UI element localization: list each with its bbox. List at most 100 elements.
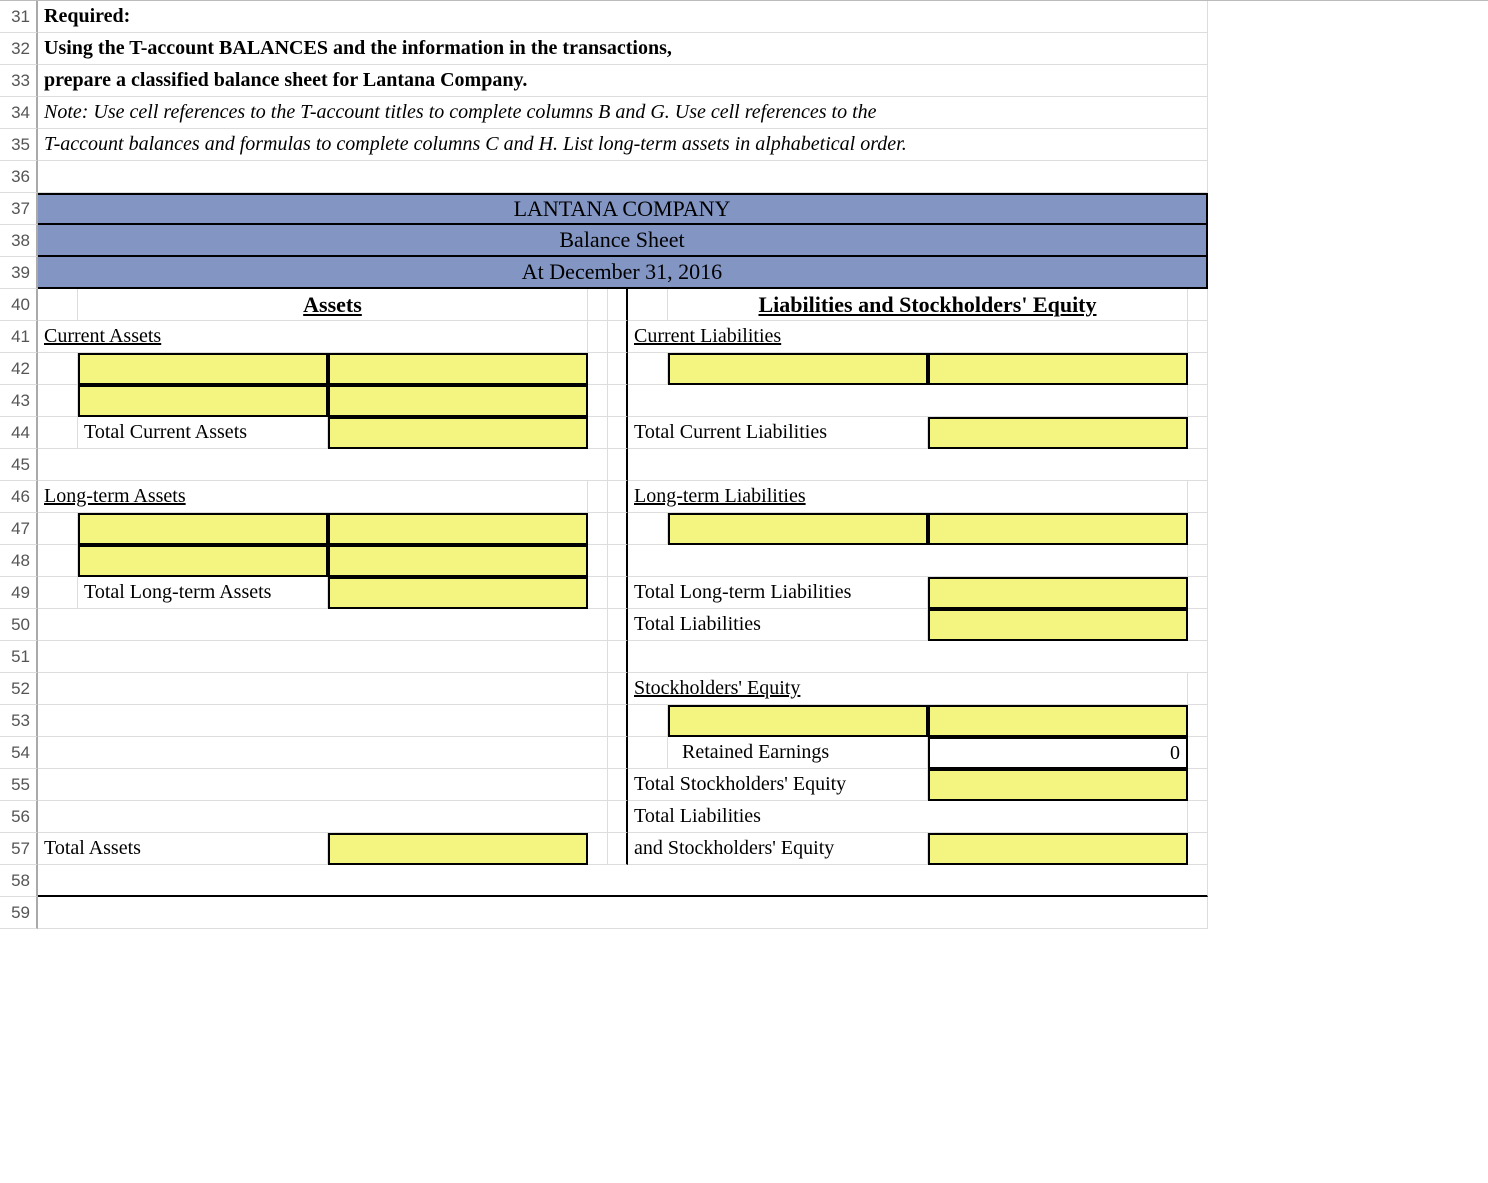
divider-cell	[608, 321, 628, 353]
input-current-liab-value-1[interactable]	[928, 353, 1188, 385]
row-number: 34	[0, 97, 38, 129]
empty-cell	[38, 353, 78, 385]
input-lt-asset-name-1[interactable]	[78, 513, 328, 545]
divider-cell	[608, 609, 628, 641]
input-lt-liab-name-1[interactable]	[668, 513, 928, 545]
total-liab-label: Total Liabilities	[628, 609, 928, 641]
row-number: 32	[0, 33, 38, 65]
row-number: 37	[0, 193, 38, 225]
long-term-liab-label: Long-term Liabilities	[628, 481, 1188, 513]
total-lt-liab-label: Total Long-term Liabilities	[628, 577, 928, 609]
empty-cell	[588, 321, 608, 353]
divider-cell	[608, 577, 628, 609]
empty-cell	[38, 641, 608, 673]
retained-earnings-value[interactable]: 0	[928, 737, 1188, 769]
input-current-liab-name-1[interactable]	[668, 353, 928, 385]
company-header: LANTANA COMPANY	[38, 193, 1208, 225]
note-line: T-account balances and formulas to compl…	[38, 129, 1208, 161]
long-term-assets-label: Long-term Assets	[38, 481, 588, 513]
input-lt-asset-value-1[interactable]	[328, 513, 588, 545]
input-se-name-1[interactable]	[668, 705, 928, 737]
row-number: 42	[0, 353, 38, 385]
empty-cell	[1188, 545, 1208, 577]
total-se-label: Total Stockholders' Equity	[628, 769, 928, 801]
empty-cell	[38, 161, 1208, 193]
total-lt-assets-label: Total Long-term Assets	[78, 577, 328, 609]
empty-cell	[628, 385, 1188, 417]
divider-cell	[608, 545, 628, 577]
input-current-asset-value-1[interactable]	[328, 353, 588, 385]
row-number: 44	[0, 417, 38, 449]
input-total-liab[interactable]	[928, 609, 1188, 641]
divider-cell	[608, 481, 628, 513]
empty-cell	[588, 289, 608, 321]
empty-cell	[1188, 737, 1208, 769]
text-required: Required:	[38, 1, 1208, 33]
input-total-lt-liab[interactable]	[928, 577, 1188, 609]
text-line: Using the T-account BALANCES and the inf…	[38, 33, 1208, 65]
row-number: 55	[0, 769, 38, 801]
text-line: prepare a classified balance sheet for L…	[38, 65, 1208, 97]
input-current-asset-value-2[interactable]	[328, 385, 588, 417]
input-total-current-assets[interactable]	[328, 417, 588, 449]
input-lt-liab-value-1[interactable]	[928, 513, 1188, 545]
row-number: 50	[0, 609, 38, 641]
divider-cell	[608, 417, 628, 449]
row-number: 38	[0, 225, 38, 257]
empty-cell	[628, 449, 1208, 481]
input-total-liab-se[interactable]	[928, 833, 1188, 865]
input-current-asset-name-1[interactable]	[78, 353, 328, 385]
empty-cell	[1188, 417, 1208, 449]
assets-heading: Assets	[78, 289, 588, 321]
stockholders-equity-label: Stockholders' Equity	[628, 673, 1188, 705]
divider-cell	[608, 641, 628, 673]
empty-cell	[1188, 609, 1208, 641]
input-total-assets[interactable]	[328, 833, 588, 865]
empty-cell	[1188, 833, 1208, 865]
input-total-se[interactable]	[928, 769, 1188, 801]
input-current-asset-name-2[interactable]	[78, 385, 328, 417]
empty-cell	[38, 385, 78, 417]
empty-cell	[1188, 321, 1208, 353]
empty-cell	[1188, 769, 1208, 801]
row-number: 39	[0, 257, 38, 289]
row-number: 45	[0, 449, 38, 481]
row-number: 41	[0, 321, 38, 353]
empty-cell	[38, 865, 1208, 897]
row-number: 46	[0, 481, 38, 513]
empty-cell	[588, 545, 608, 577]
row-number: 33	[0, 65, 38, 97]
row-number: 31	[0, 1, 38, 33]
empty-cell	[628, 545, 1188, 577]
row-number: 43	[0, 385, 38, 417]
input-lt-asset-value-2[interactable]	[328, 545, 588, 577]
empty-cell	[588, 385, 608, 417]
input-lt-asset-name-2[interactable]	[78, 545, 328, 577]
empty-cell	[588, 353, 608, 385]
row-number: 51	[0, 641, 38, 673]
row-number: 56	[0, 801, 38, 833]
current-assets-label: Current Assets	[38, 321, 588, 353]
input-total-current-liab[interactable]	[928, 417, 1188, 449]
empty-cell	[38, 417, 78, 449]
empty-cell	[38, 577, 78, 609]
and-se-label: and Stockholders' Equity	[628, 833, 928, 865]
row-number: 53	[0, 705, 38, 737]
empty-cell	[38, 897, 1208, 929]
empty-cell	[38, 737, 608, 769]
empty-cell	[628, 289, 668, 321]
input-total-lt-assets[interactable]	[328, 577, 588, 609]
row-number: 54	[0, 737, 38, 769]
empty-cell	[38, 289, 78, 321]
spreadsheet-grid: 31 Required: 32 Using the T-account BALA…	[0, 0, 1488, 929]
liabilities-heading: Liabilities and Stockholders' Equity	[668, 289, 1188, 321]
input-se-value-1[interactable]	[928, 705, 1188, 737]
total-liab-label-2: Total Liabilities	[628, 801, 1188, 833]
divider-cell	[608, 385, 628, 417]
empty-cell	[1188, 513, 1208, 545]
divider-cell	[608, 513, 628, 545]
empty-cell	[588, 577, 608, 609]
empty-cell	[38, 673, 608, 705]
empty-cell	[1188, 801, 1208, 833]
empty-cell	[628, 705, 668, 737]
